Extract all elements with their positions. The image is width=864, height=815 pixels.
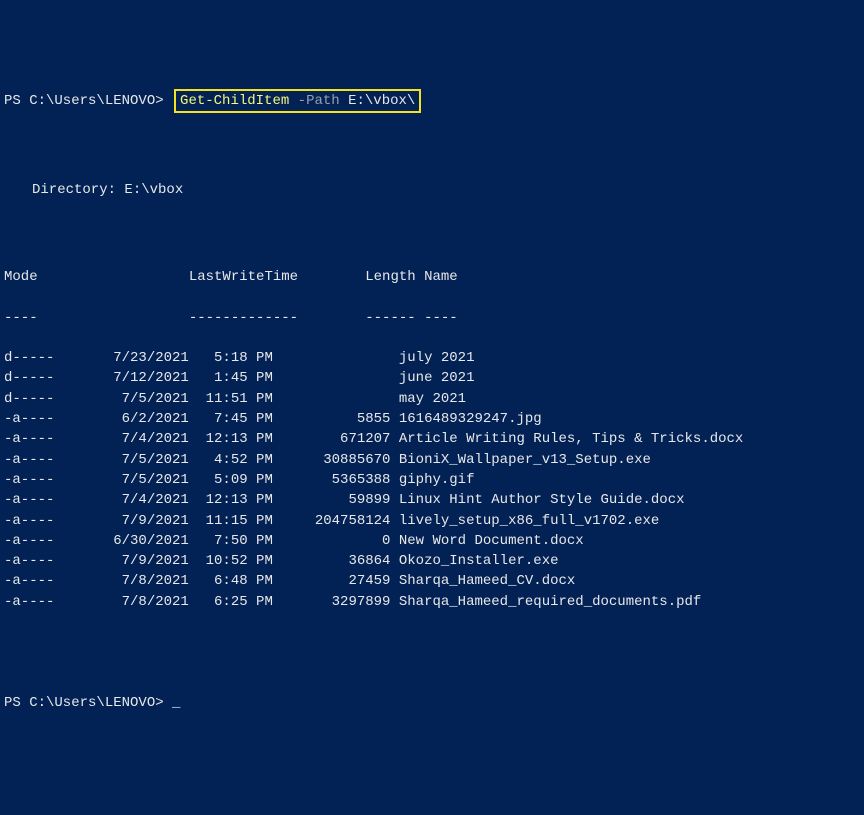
command-highlight-box: Get-ChildItem -Path E:\vbox\ (174, 89, 421, 113)
cmd-parameter: -Path (298, 93, 340, 109)
table-row: -a---- 7/8/2021 6:25 PM 3297899 Sharqa_H… (4, 592, 864, 612)
table-row: -a---- 6/30/2021 7:50 PM 0 New Word Docu… (4, 531, 864, 551)
cmdlet-name: Get-ChildItem (180, 93, 289, 109)
prompt-line-2[interactable]: PS C:\Users\LENOVO> _ (4, 693, 864, 713)
table-header-dashes: ---- ------------- ------ ---- (4, 308, 864, 328)
table-row: -a---- 6/2/2021 7:45 PM 5855 16164893292… (4, 409, 864, 429)
table-row: -a---- 7/8/2021 6:48 PM 27459 Sharqa_Ham… (4, 571, 864, 591)
table-row: -a---- 7/4/2021 12:13 PM 671207 Article … (4, 429, 864, 449)
prompt-line-1: PS C:\Users\LENOVO> Get-ChildItem -Path … (4, 89, 864, 113)
table-row: -a---- 7/5/2021 4:52 PM 30885670 BioniX_… (4, 450, 864, 470)
cursor: _ (172, 693, 180, 713)
table-row: d----- 7/5/2021 11:51 PM may 2021 (4, 389, 864, 409)
table-row: -a---- 7/4/2021 12:13 PM 59899 Linux Hin… (4, 490, 864, 510)
prompt-text: PS C:\Users\LENOVO> (4, 93, 164, 109)
table-row: d----- 7/23/2021 5:18 PM july 2021 (4, 348, 864, 368)
table-row: -a---- 7/9/2021 11:15 PM 204758124 livel… (4, 511, 864, 531)
table-header: Mode LastWriteTime Length Name (4, 267, 864, 287)
table-row: d----- 7/12/2021 1:45 PM june 2021 (4, 368, 864, 388)
cmd-argument: E:\vbox\ (348, 93, 415, 109)
prompt-text: PS C:\Users\LENOVO> (4, 695, 164, 711)
table-row: -a---- 7/9/2021 10:52 PM 36864 Okozo_Ins… (4, 551, 864, 571)
table-row: -a---- 7/5/2021 5:09 PM 5365388 giphy.gi… (4, 470, 864, 490)
blank-line (4, 653, 864, 673)
directory-label: Directory: E:\vbox (4, 180, 864, 200)
